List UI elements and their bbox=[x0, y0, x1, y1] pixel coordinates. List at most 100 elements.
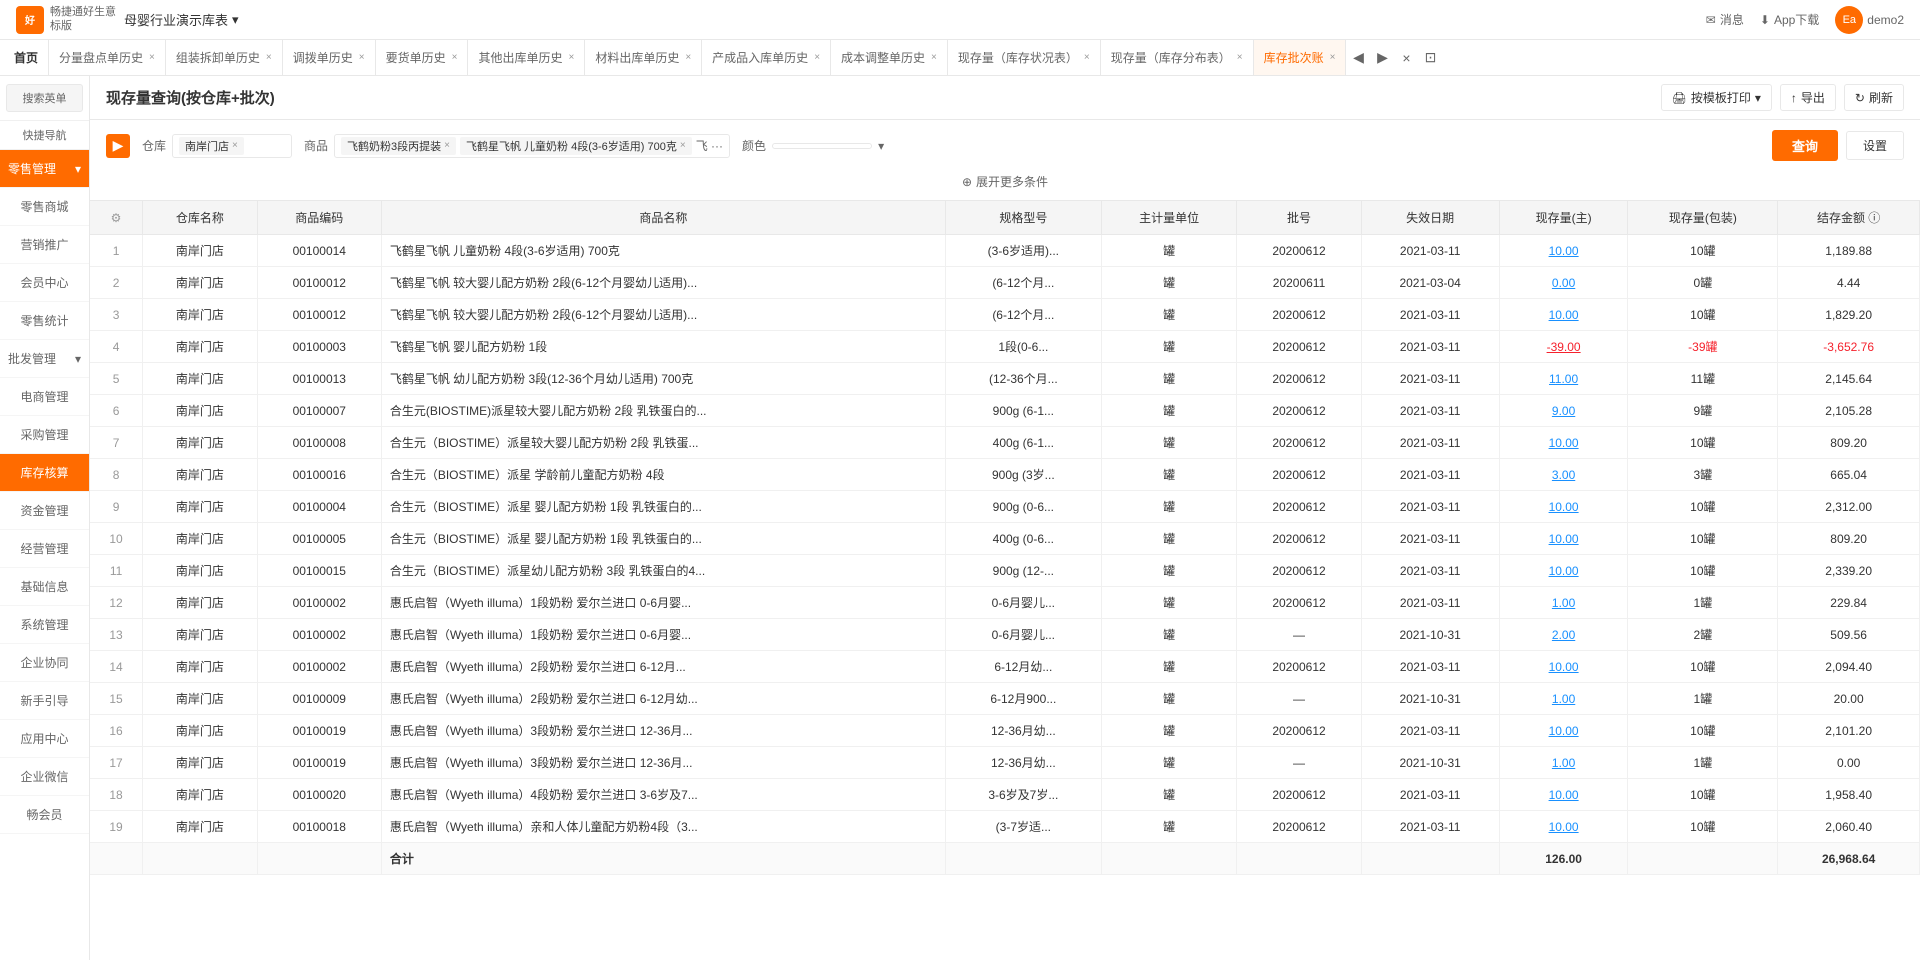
message-button[interactable]: ✉ 消息 bbox=[1706, 11, 1744, 28]
cell-qty-main[interactable]: 3.00 bbox=[1499, 459, 1628, 491]
footer-empty-8 bbox=[1628, 843, 1778, 875]
cell-qty-main[interactable]: 1.00 bbox=[1499, 747, 1628, 779]
refresh-button[interactable]: ↻ 刷新 bbox=[1844, 84, 1904, 111]
sidebar-item-inventory[interactable]: 库存核算 bbox=[0, 454, 89, 492]
expand-more-button[interactable]: ⊕ 展开更多条件 bbox=[962, 173, 1048, 190]
user-area[interactable]: Ea demo2 bbox=[1835, 6, 1904, 34]
sidebar-item-enterprise[interactable]: 企业协同 bbox=[0, 644, 89, 682]
product-tag-group[interactable]: 飞鹤奶粉3段丙提装 × 飞鹤星飞帆 儿童奶粉 4段(3-6岁适用) 700克 ×… bbox=[334, 134, 730, 158]
col-settings[interactable]: ⚙ bbox=[90, 201, 143, 235]
sidebar-item-retail-mall[interactable]: 零售商城 bbox=[0, 188, 89, 226]
tab-close-xianzai1[interactable]: × bbox=[1084, 52, 1090, 63]
cell-unit: 罐 bbox=[1101, 395, 1237, 427]
sidebar-item-member[interactable]: 会员中心 bbox=[0, 264, 89, 302]
cell-code: 00100014 bbox=[257, 235, 381, 267]
tab-kupici[interactable]: 库存批次账 × bbox=[1254, 40, 1347, 76]
warehouse-tag-close-1[interactable]: × bbox=[232, 140, 238, 151]
tab-close-tiaobo[interactable]: × bbox=[359, 52, 365, 63]
sidebar-item-ecommerce[interactable]: 电商管理 bbox=[0, 378, 89, 416]
product-more-dots[interactable]: 飞 ··· bbox=[696, 137, 723, 154]
chevron-icon-wholesale: ▾ bbox=[75, 352, 81, 366]
warehouse-tag-group[interactable]: 南岸门店 × bbox=[172, 134, 292, 158]
cell-qty-main[interactable]: 10.00 bbox=[1499, 427, 1628, 459]
tab-close-chengben[interactable]: × bbox=[931, 52, 937, 63]
sidebar-item-newguide[interactable]: 新手引导 bbox=[0, 682, 89, 720]
product-tag-close-2[interactable]: × bbox=[680, 140, 686, 151]
tab-chengpin[interactable]: 产成品入库单历史 × bbox=[702, 40, 831, 76]
company-selector[interactable]: 母婴行业演示库表 ▾ bbox=[124, 10, 239, 29]
table-settings-icon[interactable]: ⚙ bbox=[111, 211, 122, 225]
tab-chengben[interactable]: 成本调整单历史 × bbox=[831, 40, 948, 76]
cell-qty-main[interactable]: 1.00 bbox=[1499, 587, 1628, 619]
cell-qty-main[interactable]: 10.00 bbox=[1499, 523, 1628, 555]
tab-close-kupici[interactable]: × bbox=[1330, 52, 1336, 63]
tab-close-fenfen[interactable]: × bbox=[149, 52, 155, 63]
sidebar-item-corpwechat[interactable]: 企业微信 bbox=[0, 758, 89, 796]
cell-qty-main[interactable]: 10.00 bbox=[1499, 235, 1628, 267]
tab-tiaobo[interactable]: 调拨单历史 × bbox=[283, 40, 376, 76]
tab-close-yaohuo[interactable]: × bbox=[452, 52, 458, 63]
cell-name: 惠氏启智（Wyeth illuma）3段奶粉 爱尔兰进口 12-36月... bbox=[381, 747, 945, 779]
tab-cailiao[interactable]: 材料出库单历史 × bbox=[585, 40, 702, 76]
cell-qty-main[interactable]: 0.00 bbox=[1499, 267, 1628, 299]
settings-button[interactable]: 设置 bbox=[1846, 131, 1904, 160]
cell-qty-main[interactable]: 10.00 bbox=[1499, 555, 1628, 587]
cell-expire: 2021-03-11 bbox=[1361, 779, 1499, 811]
cell-qty-main[interactable]: 10.00 bbox=[1499, 299, 1628, 331]
quick-nav-button[interactable]: 快捷导航 bbox=[0, 121, 89, 150]
sidebar-item-system[interactable]: 系统管理 bbox=[0, 606, 89, 644]
tab-fenfen[interactable]: 分量盘点单历史 × bbox=[49, 40, 166, 76]
sidebar-item-appcenter[interactable]: 应用中心 bbox=[0, 720, 89, 758]
sidebar-item-retail-mgmt[interactable]: 零售管理 ▾ bbox=[0, 150, 89, 188]
tab-qitachu[interactable]: 其他出库单历史 × bbox=[468, 40, 585, 76]
tab-close-cailiao[interactable]: × bbox=[685, 52, 691, 63]
product-tag-close-1[interactable]: × bbox=[444, 140, 450, 151]
tab-zuchai[interactable]: 组装拆卸单历史 × bbox=[166, 40, 283, 76]
query-button[interactable]: 查询 bbox=[1772, 130, 1838, 161]
export-button[interactable]: ↑ 导出 bbox=[1780, 84, 1836, 111]
cell-qty-main[interactable]: 11.00 bbox=[1499, 363, 1628, 395]
sidebar-item-purchase[interactable]: 采购管理 bbox=[0, 416, 89, 454]
tab-close-xianzai2[interactable]: × bbox=[1237, 52, 1243, 63]
cell-qty-main[interactable]: 10.00 bbox=[1499, 779, 1628, 811]
cell-batch: 20200612 bbox=[1237, 811, 1361, 843]
tab-prev-btn[interactable]: ◀ bbox=[1346, 46, 1370, 70]
chevron-icon: ▾ bbox=[75, 162, 81, 176]
search-menu-button[interactable]: 搜索英单 bbox=[6, 84, 83, 112]
sidebar-item-member2[interactable]: 畅会员 bbox=[0, 796, 89, 834]
tab-close-chengpin[interactable]: × bbox=[814, 52, 820, 63]
table-row: 17 南岸门店 00100019 惠氏启智（Wyeth illuma）3段奶粉 … bbox=[90, 747, 1920, 779]
cell-qty-main[interactable]: 10.00 bbox=[1499, 811, 1628, 843]
tab-next-btn[interactable]: ▶ bbox=[1370, 46, 1394, 70]
tab-yaohuo[interactable]: 要货单历史 × bbox=[376, 40, 469, 76]
color-tag-group[interactable] bbox=[772, 143, 872, 149]
cell-qty-main[interactable]: 2.00 bbox=[1499, 619, 1628, 651]
color-filter-arrow[interactable]: ▾ bbox=[878, 139, 884, 153]
cell-qty-main[interactable]: 10.00 bbox=[1499, 491, 1628, 523]
sidebar-item-operations[interactable]: 经营管理 bbox=[0, 530, 89, 568]
template-print-button[interactable]: 🖨 按模板打印 ▾ bbox=[1661, 84, 1772, 111]
cell-qty-pkg: 9罐 bbox=[1628, 395, 1778, 427]
footer-empty-1 bbox=[90, 843, 143, 875]
filter-expand-button[interactable]: ▶ bbox=[106, 134, 130, 158]
tab-xianzai1[interactable]: 现存量（库存状况表） × bbox=[948, 40, 1101, 76]
tab-xianzai2[interactable]: 现存量（库存分布表） × bbox=[1101, 40, 1254, 76]
tab-home[interactable]: 首页 bbox=[4, 40, 49, 76]
avatar: Ea bbox=[1835, 6, 1863, 34]
tab-close-qitachu[interactable]: × bbox=[568, 52, 574, 63]
cell-qty-main[interactable]: 10.00 bbox=[1499, 651, 1628, 683]
app-download-button[interactable]: ⬇ App下载 bbox=[1760, 11, 1819, 28]
cell-qty-main[interactable]: -39.00 bbox=[1499, 331, 1628, 363]
tab-fullscreen-btn[interactable]: ⊡ bbox=[1418, 46, 1442, 70]
sidebar-item-retail-stats[interactable]: 零售统计 bbox=[0, 302, 89, 340]
tab-close-zuchai[interactable]: × bbox=[266, 52, 272, 63]
cell-qty-main[interactable]: 1.00 bbox=[1499, 683, 1628, 715]
sidebar-item-finance[interactable]: 资金管理 bbox=[0, 492, 89, 530]
sidebar-item-wholesale[interactable]: 批发管理 ▾ bbox=[0, 340, 89, 378]
cell-qty-main[interactable]: 9.00 bbox=[1499, 395, 1628, 427]
cell-qty-main[interactable]: 10.00 bbox=[1499, 715, 1628, 747]
table-row: 14 南岸门店 00100002 惠氏启智（Wyeth illuma）2段奶粉 … bbox=[90, 651, 1920, 683]
sidebar-item-basics[interactable]: 基础信息 bbox=[0, 568, 89, 606]
tab-close-all-btn[interactable]: × bbox=[1394, 46, 1418, 70]
sidebar-item-marketing[interactable]: 营销推广 bbox=[0, 226, 89, 264]
